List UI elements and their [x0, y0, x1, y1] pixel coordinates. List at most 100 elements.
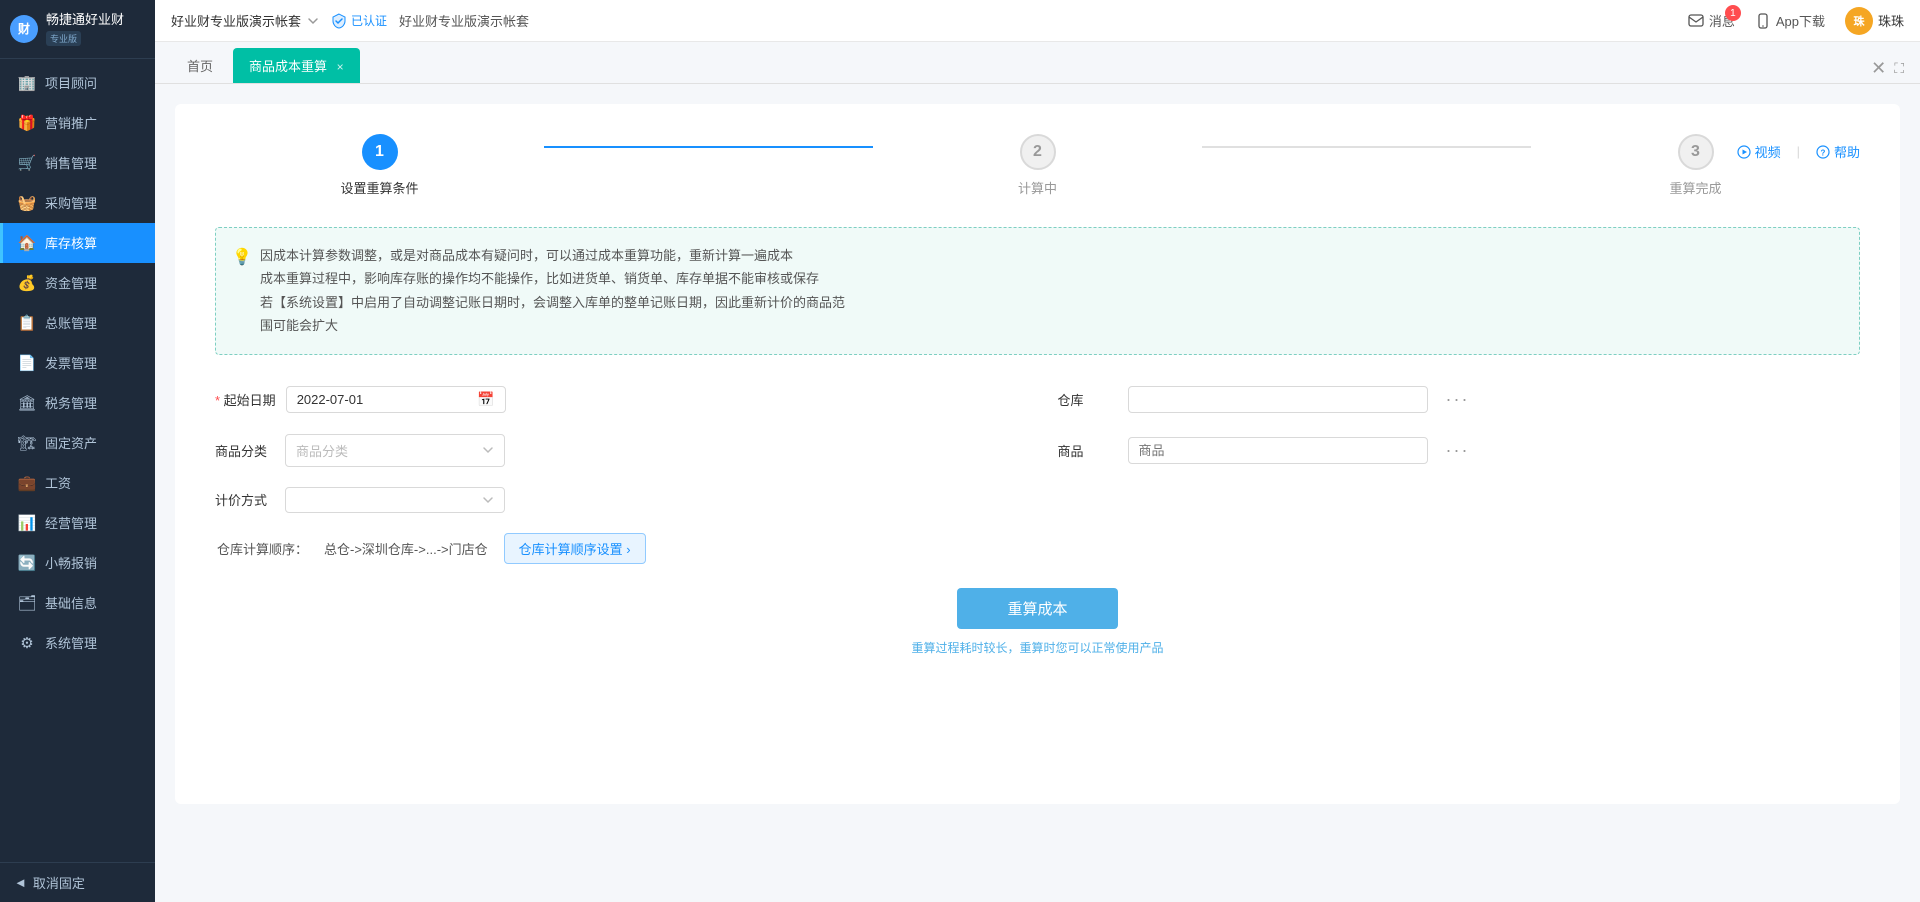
purchase-icon: 🧺 — [17, 193, 37, 213]
form-row-1: 起始日期 📅 仓库 ··· — [215, 385, 1860, 414]
step-2: 2 计算中 — [873, 134, 1202, 197]
sidebar-item-sales[interactable]: 🛒 销售管理 — [0, 143, 155, 183]
product-field: 商品 ··· — [1058, 436, 1861, 465]
submit-section: 重算成本 重算过程耗时较长，重算时您可以正常使用产品 — [215, 588, 1860, 656]
message-button[interactable]: 消息 1 — [1688, 11, 1735, 30]
tab-cost-recalc[interactable]: 商品成本重算 × — [233, 48, 360, 83]
step-3-circle: 3 — [1678, 134, 1714, 170]
salary-icon: 💼 — [17, 473, 37, 493]
logo-icon: 财 — [10, 15, 38, 43]
tabs-list: 首页 商品成本重算 × — [171, 48, 360, 83]
info-icon: 💡 — [232, 244, 252, 273]
sidebar-item-inventory[interactable]: 🏠 库存核算 — [0, 223, 155, 263]
warehouse-order-settings-button[interactable]: 仓库计算顺序设置 › — [504, 533, 646, 564]
operation-icon: 📊 — [17, 513, 37, 533]
help-label: 帮助 — [1834, 142, 1860, 161]
close-window-button[interactable]: ✕ — [1871, 58, 1886, 79]
warehouse-more-button[interactable]: ··· — [1438, 385, 1478, 414]
username-label: 珠珠 — [1878, 11, 1904, 30]
start-date-input[interactable] — [297, 392, 478, 407]
category-chevron-icon — [482, 444, 494, 456]
product-more-button[interactable]: ··· — [1438, 436, 1478, 465]
page-content: 1 设置重算条件 2 计算中 3 重算完成 — [155, 84, 1920, 902]
warehouse-order-row: 仓库计算顺序： 总仓->深圳仓库->...->门店仓 仓库计算顺序设置 › — [215, 533, 1860, 564]
warehouse-field: 仓库 ··· — [1058, 385, 1861, 414]
inventory-icon: 🏠 — [17, 233, 37, 253]
start-date-label: 起始日期 — [215, 390, 276, 409]
form-row-2: 商品分类 商品分类 商品 ··· — [215, 434, 1860, 467]
basic-icon: 🗂 — [17, 593, 37, 613]
sidebar-item-report[interactable]: 🔄 小畅报销 — [0, 543, 155, 583]
system-icon: ⚙ — [17, 633, 37, 653]
product-input[interactable] — [1139, 443, 1417, 458]
category-select[interactable]: 商品分类 — [285, 434, 505, 467]
sidebar-item-salary[interactable]: 💼 工资 — [0, 463, 155, 503]
sidebar-item-accounting[interactable]: 📋 总账管理 — [0, 303, 155, 343]
sidebar-item-invoice[interactable]: 📄 发票管理 — [0, 343, 155, 383]
stepper-divider: | — [1797, 144, 1800, 159]
sidebar-logo: 财 畅捷通好业财 专业版 — [0, 0, 155, 59]
calendar-icon[interactable]: 📅 — [477, 391, 494, 408]
app-download-button[interactable]: App下载 — [1755, 11, 1825, 30]
topbar-right: 消息 1 App下载 珠 珠珠 — [1688, 7, 1904, 35]
start-date-field: 起始日期 📅 — [215, 386, 1018, 413]
sidebar-item-basic[interactable]: 🗂 基础信息 — [0, 583, 155, 623]
dropdown-icon — [307, 15, 319, 27]
warehouse-input[interactable] — [1139, 392, 1417, 407]
form-row-3: 计价方式 — [215, 487, 1860, 513]
play-icon — [1737, 145, 1751, 159]
price-method-select[interactable] — [285, 487, 505, 513]
topbar-company-name: 好业财专业版演示帐套 — [399, 11, 529, 30]
topbar: 好业财专业版演示帐套 已认证 好业财专业版演示帐套 消息 1 App下载 珠 — [155, 0, 1920, 42]
unpin-icon: ◄ — [14, 875, 27, 890]
step-2-label: 计算中 — [1018, 178, 1057, 197]
sidebar-item-marketing[interactable]: 🎁 营销推广 — [0, 103, 155, 143]
category-field: 商品分类 商品分类 — [215, 434, 1018, 467]
step-line-2 — [1202, 146, 1531, 148]
invoice-icon: 📄 — [17, 353, 37, 373]
warehouse-label: 仓库 — [1058, 390, 1118, 409]
sidebar-item-assets[interactable]: 🏗 固定资产 — [0, 423, 155, 463]
sidebar-navigation: 🏢 项目顾问 🎁 营销推广 🛒 销售管理 🧺 采购管理 🏠 库存核算 💰 资金管… — [0, 59, 155, 862]
maximize-button[interactable]: ⛶ — [1894, 60, 1904, 77]
help-button[interactable]: ? 帮助 — [1816, 142, 1860, 161]
sidebar-item-purchase[interactable]: 🧺 采购管理 — [0, 183, 155, 223]
app-download-label: App下载 — [1776, 11, 1825, 30]
company-selector-label: 好业财专业版演示帐套 — [171, 11, 301, 30]
start-date-input-wrapper[interactable]: 📅 — [286, 386, 506, 413]
sidebar-item-tax[interactable]: 🏛 税务管理 — [0, 383, 155, 423]
tax-icon: 🏛 — [17, 393, 37, 413]
form-section: 起始日期 📅 仓库 ··· — [215, 385, 1860, 564]
logo-title: 畅捷通好业财 — [46, 12, 124, 29]
sidebar-unpin-button[interactable]: ◄ 取消固定 — [0, 862, 155, 902]
tabs-actions: ✕ ⛶ — [1871, 58, 1904, 83]
submit-button[interactable]: 重算成本 — [957, 588, 1117, 629]
warehouse-order-value: 总仓->深圳仓库->...->门店仓 — [324, 539, 488, 558]
sales-icon: 🛒 — [17, 153, 37, 173]
sidebar-item-operation[interactable]: 📊 经营管理 — [0, 503, 155, 543]
help-icon: ? — [1816, 145, 1830, 159]
sidebar-item-project[interactable]: 🏢 项目顾问 — [0, 63, 155, 103]
svg-text:?: ? — [1821, 148, 1826, 157]
company-selector[interactable]: 好业财专业版演示帐套 — [171, 11, 319, 30]
stepper-actions: 视频 | ? 帮助 — [1737, 142, 1860, 161]
step-1: 1 设置重算条件 — [215, 134, 544, 197]
step-3-label: 重算完成 — [1669, 178, 1721, 197]
shield-icon — [331, 13, 347, 29]
tab-home[interactable]: 首页 — [171, 48, 229, 83]
unpin-label: 取消固定 — [33, 873, 85, 892]
info-box-text: 因成本计算参数调整，或是对商品成本有疑问时，可以通过成本重算功能，重新计算一遍成… — [260, 244, 1839, 338]
message-badge: 1 — [1725, 5, 1741, 21]
assets-icon: 🏗 — [17, 433, 37, 453]
user-avatar-button[interactable]: 珠 珠珠 — [1845, 7, 1904, 35]
price-chevron-icon — [482, 494, 494, 506]
tab-close-button[interactable]: × — [337, 60, 344, 74]
price-method-field: 计价方式 — [215, 487, 1018, 513]
phone-icon — [1755, 13, 1771, 29]
video-button[interactable]: 视频 — [1737, 142, 1781, 161]
sidebar-item-system[interactable]: ⚙ 系统管理 — [0, 623, 155, 663]
category-label: 商品分类 — [215, 441, 275, 460]
avatar: 珠 — [1845, 7, 1873, 35]
warehouse-order-label: 仓库计算顺序： — [217, 539, 308, 558]
sidebar-item-finance[interactable]: 💰 资金管理 — [0, 263, 155, 303]
